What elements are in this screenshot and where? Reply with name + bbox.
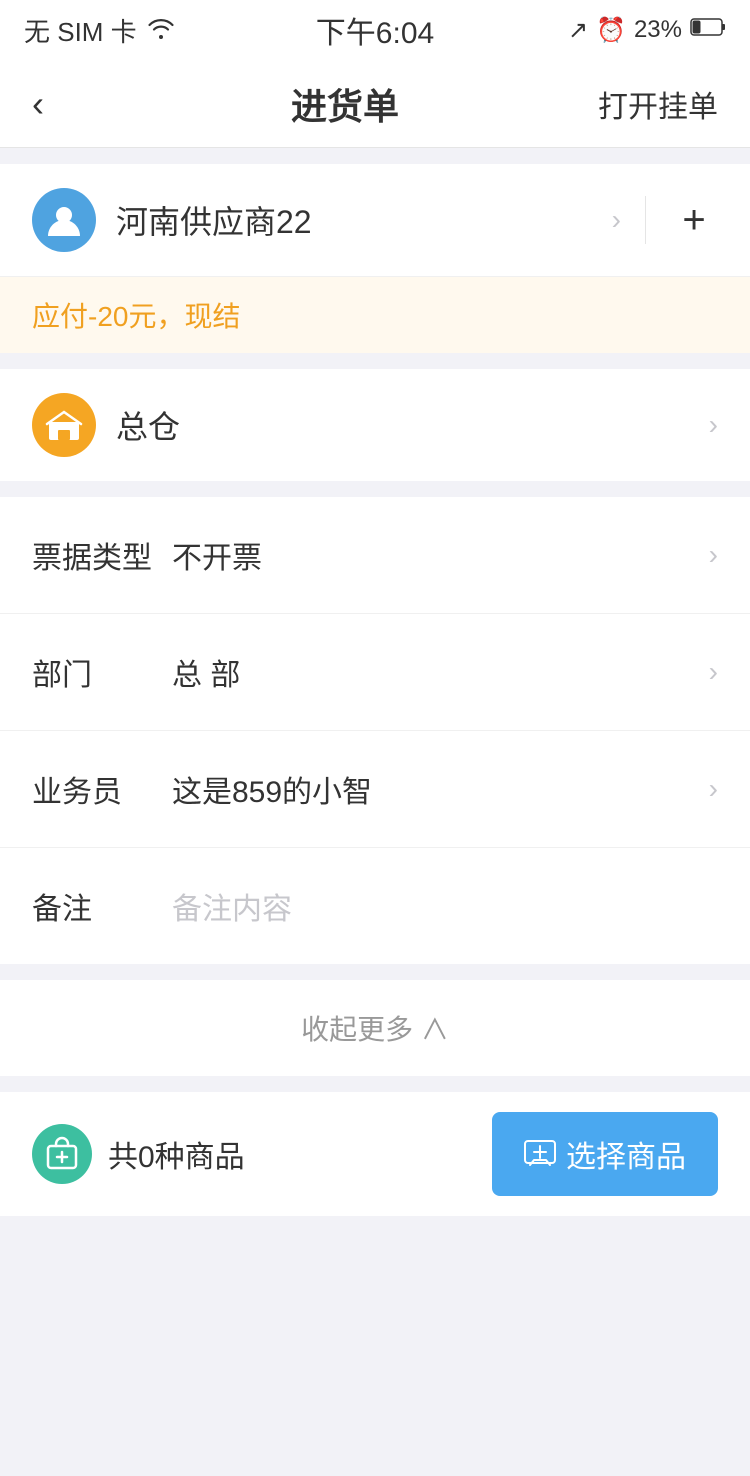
department-label: 部门 [32, 650, 172, 694]
invoice-type-label: 票据类型 [32, 533, 172, 577]
nav-bar: ‹ 进货单 打开挂单 [0, 60, 750, 148]
salesperson-chevron-icon: › [709, 773, 718, 805]
remark-label: 备注 [32, 884, 172, 928]
warehouse-icon [32, 393, 96, 457]
invoice-type-row[interactable]: 票据类型 不开票 › [0, 497, 750, 614]
collapse-text: 收起更多 ∧ [301, 1008, 449, 1048]
location-icon: ↗ [568, 16, 588, 45]
warehouse-row[interactable]: 总仓 › [0, 369, 750, 481]
supplier-row[interactable]: 河南供应商22 › + [0, 164, 750, 277]
bottom-bar: 共0种商品 选择商品 [0, 1092, 750, 1216]
warehouse-chevron-icon: › [709, 409, 718, 441]
notice-text: 应付-20元，现结 [32, 301, 240, 332]
form-section: 票据类型 不开票 › 部门 总 部 › 业务员 这是859的小智 › 备注 备注… [0, 497, 750, 964]
warehouse-section: 总仓 › [0, 369, 750, 481]
select-product-label: 选择商品 [566, 1132, 686, 1176]
product-icon [32, 1124, 92, 1184]
page-title: 进货单 [291, 78, 399, 130]
invoice-chevron-icon: › [709, 539, 718, 571]
product-count-wrap: 共0种商品 [32, 1124, 245, 1184]
supplier-chevron-icon: › [612, 204, 621, 236]
add-supplier-button[interactable]: + [670, 198, 718, 243]
department-row[interactable]: 部门 总 部 › [0, 614, 750, 731]
salesperson-row[interactable]: 业务员 这是859的小智 › [0, 731, 750, 848]
warehouse-label: 总仓 [116, 402, 709, 448]
department-chevron-icon: › [709, 656, 718, 688]
back-button[interactable]: ‹ [32, 83, 92, 125]
battery-icon [690, 16, 726, 44]
divider [645, 196, 646, 244]
salesperson-label: 业务员 [32, 767, 172, 811]
supplier-avatar [32, 188, 96, 252]
carrier-label: 无 SIM 卡 [24, 12, 137, 49]
salesperson-value: 这是859的小智 [172, 767, 709, 811]
status-bar: 无 SIM 卡 下午6:04 ↗ ⏰ 23% [0, 0, 750, 60]
department-value: 总 部 [172, 650, 709, 694]
select-product-button[interactable]: 选择商品 [492, 1112, 718, 1196]
notice-bar: 应付-20元，现结 [0, 277, 750, 353]
page-bottom [0, 1216, 750, 1476]
battery-label: 23% [634, 16, 682, 44]
remark-row[interactable]: 备注 备注内容 [0, 848, 750, 964]
open-pending-button[interactable]: 打开挂单 [598, 82, 718, 126]
invoice-type-value: 不开票 [172, 533, 709, 577]
collapse-row[interactable]: 收起更多 ∧ [0, 980, 750, 1076]
supplier-name: 河南供应商22 [116, 197, 612, 243]
alarm-icon: ⏰ [596, 16, 626, 45]
product-count-text: 共0种商品 [108, 1132, 245, 1176]
remark-input[interactable]: 备注内容 [172, 884, 718, 928]
supplier-section: 河南供应商22 › + 应付-20元，现结 [0, 164, 750, 353]
time-label: 下午6:04 [316, 8, 434, 52]
wifi-icon [147, 15, 175, 46]
